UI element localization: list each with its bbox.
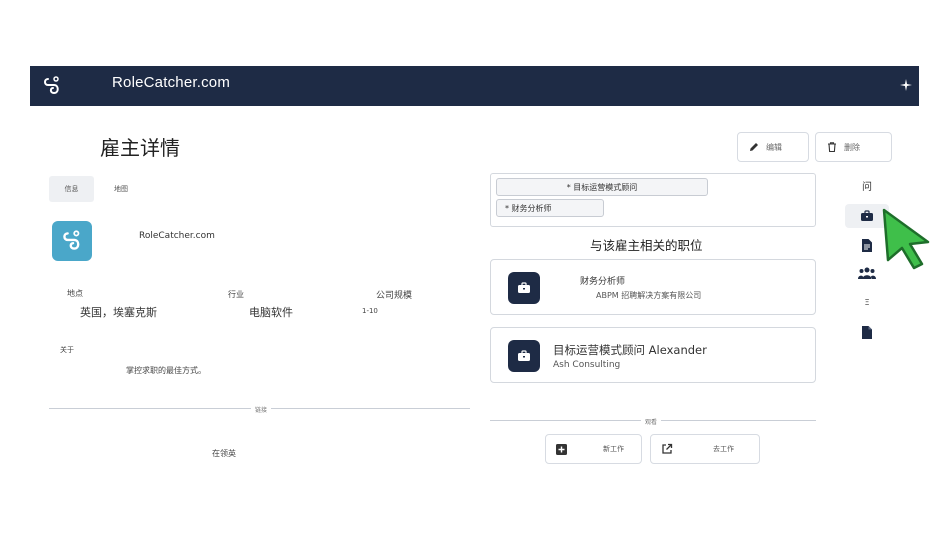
job-card[interactable]: 目标运营模式顾问 Alexander Ash Consulting bbox=[490, 327, 816, 383]
tab-map[interactable]: 地图 bbox=[104, 176, 138, 202]
actions-label: 观看 bbox=[641, 417, 662, 426]
question-icon: 问 bbox=[862, 181, 872, 193]
job-card[interactable]: 财务分析师 ABPM 招聘解决方案有限公司 bbox=[490, 259, 816, 315]
trash-icon bbox=[828, 142, 836, 153]
sidebar-item-files[interactable] bbox=[852, 322, 882, 342]
edit-button-label: 编辑 bbox=[766, 142, 782, 152]
job-title: 财务分析师 bbox=[580, 277, 626, 287]
tags-box[interactable]: * 目标运营模式顾问 * 财务分析师 bbox=[490, 173, 816, 227]
about-label: 关于 bbox=[60, 346, 74, 354]
new-job-label: 新工作 bbox=[603, 445, 624, 453]
goto-job-button[interactable]: 去工作 bbox=[650, 434, 760, 464]
external-link-icon bbox=[662, 443, 673, 454]
job-company: ABPM 招聘解决方案有限公司 bbox=[596, 291, 702, 300]
people-icon bbox=[858, 267, 876, 279]
tab-info[interactable]: 信息 bbox=[49, 176, 94, 202]
company-logo bbox=[52, 221, 92, 261]
brand-name[interactable]: RoleCatcher.com bbox=[112, 74, 230, 91]
plus-square-icon bbox=[556, 443, 567, 455]
briefcase-icon bbox=[508, 272, 540, 304]
cursor-arrow-icon bbox=[882, 208, 930, 270]
goto-job-label: 去工作 bbox=[713, 445, 734, 453]
related-jobs-title: 与该雇主相关的职位 bbox=[590, 238, 703, 253]
briefcase-icon bbox=[861, 210, 873, 221]
page-title: 雇主详情 bbox=[100, 136, 180, 160]
industry-value: 电脑软件 bbox=[249, 306, 293, 319]
sidebar-item-list[interactable]: Ξ bbox=[852, 292, 882, 312]
rolecatcher-logo-icon[interactable] bbox=[40, 74, 64, 98]
tag-chip[interactable]: * 财务分析师 bbox=[496, 199, 604, 217]
industry-label: 行业 bbox=[228, 290, 244, 299]
rolecatcher-hook-icon bbox=[63, 230, 80, 250]
edit-button[interactable]: 编辑 bbox=[737, 132, 809, 162]
top-navbar: RoleCatcher.com bbox=[30, 66, 919, 106]
briefcase-icon bbox=[508, 340, 540, 372]
size-label: 公司规模 bbox=[376, 291, 413, 301]
linkedin-link[interactable]: 在领英 bbox=[212, 448, 236, 459]
new-job-button[interactable]: 新工作 bbox=[545, 434, 642, 464]
sparkle-icon[interactable] bbox=[899, 78, 913, 92]
company-name: RoleCatcher.com bbox=[139, 231, 215, 241]
delete-button[interactable]: 删除 bbox=[815, 132, 892, 162]
job-title: 目标运营模式顾问 Alexander bbox=[553, 343, 707, 357]
sidebar-item-question[interactable]: 问 bbox=[852, 175, 882, 195]
delete-button-label: 删除 bbox=[844, 142, 860, 152]
size-value: 1-10 bbox=[362, 307, 378, 315]
location-value: 英国，埃塞克斯 bbox=[80, 306, 157, 319]
job-company: Ash Consulting bbox=[553, 360, 621, 370]
links-label: 链接 bbox=[251, 405, 272, 414]
document-icon bbox=[862, 238, 872, 252]
about-text: 掌控求职的最佳方式。 bbox=[126, 366, 206, 375]
tag-chip[interactable]: * 目标运营模式顾问 bbox=[496, 178, 708, 196]
list-icon: Ξ bbox=[864, 297, 870, 307]
file-icon bbox=[862, 325, 872, 339]
pencil-icon bbox=[750, 143, 758, 151]
location-label: 地点 bbox=[67, 289, 83, 298]
